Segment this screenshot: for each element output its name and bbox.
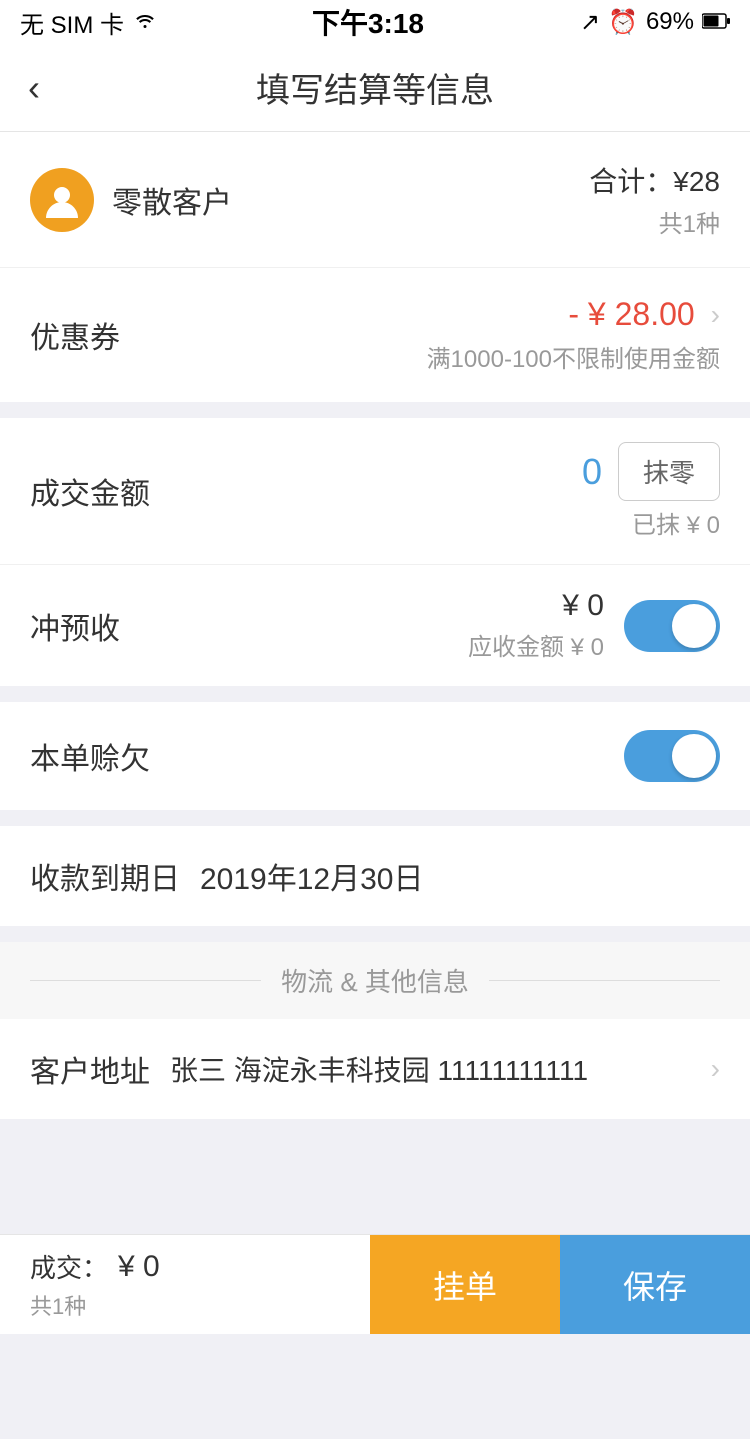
chevron-right-icon: › (711, 299, 720, 331)
no-sim-label: 无 SIM 卡 (20, 5, 124, 40)
back-button[interactable]: ‹ (28, 67, 40, 109)
customer-left: 零散客户 (30, 168, 232, 232)
status-bar: 无 SIM 卡 下午3:18 ↗ ⏰ 69% (0, 0, 750, 44)
bottom-count: 共1种 (30, 1289, 340, 1321)
alarm-icon: ⏰ (608, 8, 638, 37)
due-date-label: 收款到期日 (30, 854, 180, 898)
amount-label: 成交金额 (30, 469, 150, 513)
coupon-label: 优惠券 (30, 313, 120, 357)
customer-row: 零散客户 合计：¥28 共1种 (0, 132, 750, 267)
already-rounded: 已抹 ¥ 0 (632, 505, 720, 540)
prepaid-amounts: ¥ 0 应收金额 ¥ 0 (468, 589, 604, 662)
battery-label: 69% (646, 8, 694, 36)
nav-bar: ‹ 填写结算等信息 (0, 44, 750, 132)
wifi-icon (134, 9, 156, 35)
hang-button[interactable]: 挂单 (370, 1235, 560, 1334)
debt-toggle[interactable] (624, 730, 720, 782)
address-chevron-icon: › (711, 1053, 720, 1085)
bottom-bar: 成交： ¥ 0 共1种 挂单 保存 (0, 1234, 750, 1334)
status-time: 下午3:18 (312, 2, 424, 42)
bottom-deal: 成交： ¥ 0 (30, 1248, 340, 1285)
coupon-right: - ¥ 28.00 › 满1000-100不限制使用金额 (427, 296, 720, 374)
address-row[interactable]: 客户地址 张三 海淀永丰科技园 11111111111 › (0, 1019, 750, 1119)
divider-line-left (30, 980, 261, 981)
prepaid-row: 冲预收 ¥ 0 应收金额 ¥ 0 (0, 564, 750, 686)
prepaid-label: 冲预收 (30, 604, 120, 648)
round-button[interactable]: 抹零 (618, 442, 720, 501)
divider-line-right (489, 980, 720, 981)
status-left: 无 SIM 卡 (20, 5, 156, 40)
page-title: 填写结算等信息 (256, 63, 494, 112)
customer-section: 零散客户 合计：¥28 共1种 优惠券 - ¥ 28.00 › 满1000-10… (0, 132, 750, 402)
bottom-info: 成交： ¥ 0 共1种 (0, 1235, 370, 1334)
deal-label: 成交： (30, 1248, 108, 1285)
amount-row: 成交金额 0 抹零 已抹 ¥ 0 (0, 418, 750, 564)
debt-label: 本单赊欠 (30, 734, 150, 778)
amount-value[interactable]: 0 (542, 451, 602, 493)
coupon-discount: - ¥ 28.00 (568, 296, 694, 333)
customer-summary: 合计：¥28 共1种 (589, 160, 720, 239)
battery-icon (702, 8, 730, 36)
prepaid-value: ¥ 0 (468, 589, 604, 623)
location-icon: ↗ (580, 8, 600, 37)
address-label: 客户地址 (30, 1047, 150, 1091)
debt-section: 本单赊欠 (0, 702, 750, 810)
logistics-header: 物流 & 其他信息 (0, 942, 750, 1019)
avatar (30, 168, 94, 232)
due-date-value: 2019年12月30日 (200, 854, 423, 898)
deal-amount: ¥ 0 (118, 1250, 160, 1284)
coupon-row[interactable]: 优惠券 - ¥ 28.00 › 满1000-100不限制使用金额 (0, 267, 750, 402)
address-value: 张三 海淀永丰科技园 11111111111 (170, 1049, 691, 1089)
coupon-description: 满1000-100不限制使用金额 (427, 339, 720, 374)
customer-name: 零散客户 (112, 178, 232, 222)
total-count: 共1种 (589, 204, 720, 239)
due-date-row: 收款到期日 2019年12月30日 (0, 826, 750, 926)
total-amount: 合计：¥28 (589, 160, 720, 200)
prepaid-toggle[interactable] (624, 600, 720, 652)
logistics-label: 物流 & 其他信息 (281, 962, 469, 999)
transaction-section: 成交金额 0 抹零 已抹 ¥ 0 冲预收 ¥ 0 应收金额 ¥ 0 (0, 418, 750, 686)
save-button[interactable]: 保存 (560, 1235, 750, 1334)
status-right: ↗ ⏰ 69% (580, 8, 730, 37)
receivable-amount: 应收金额 ¥ 0 (468, 627, 604, 662)
